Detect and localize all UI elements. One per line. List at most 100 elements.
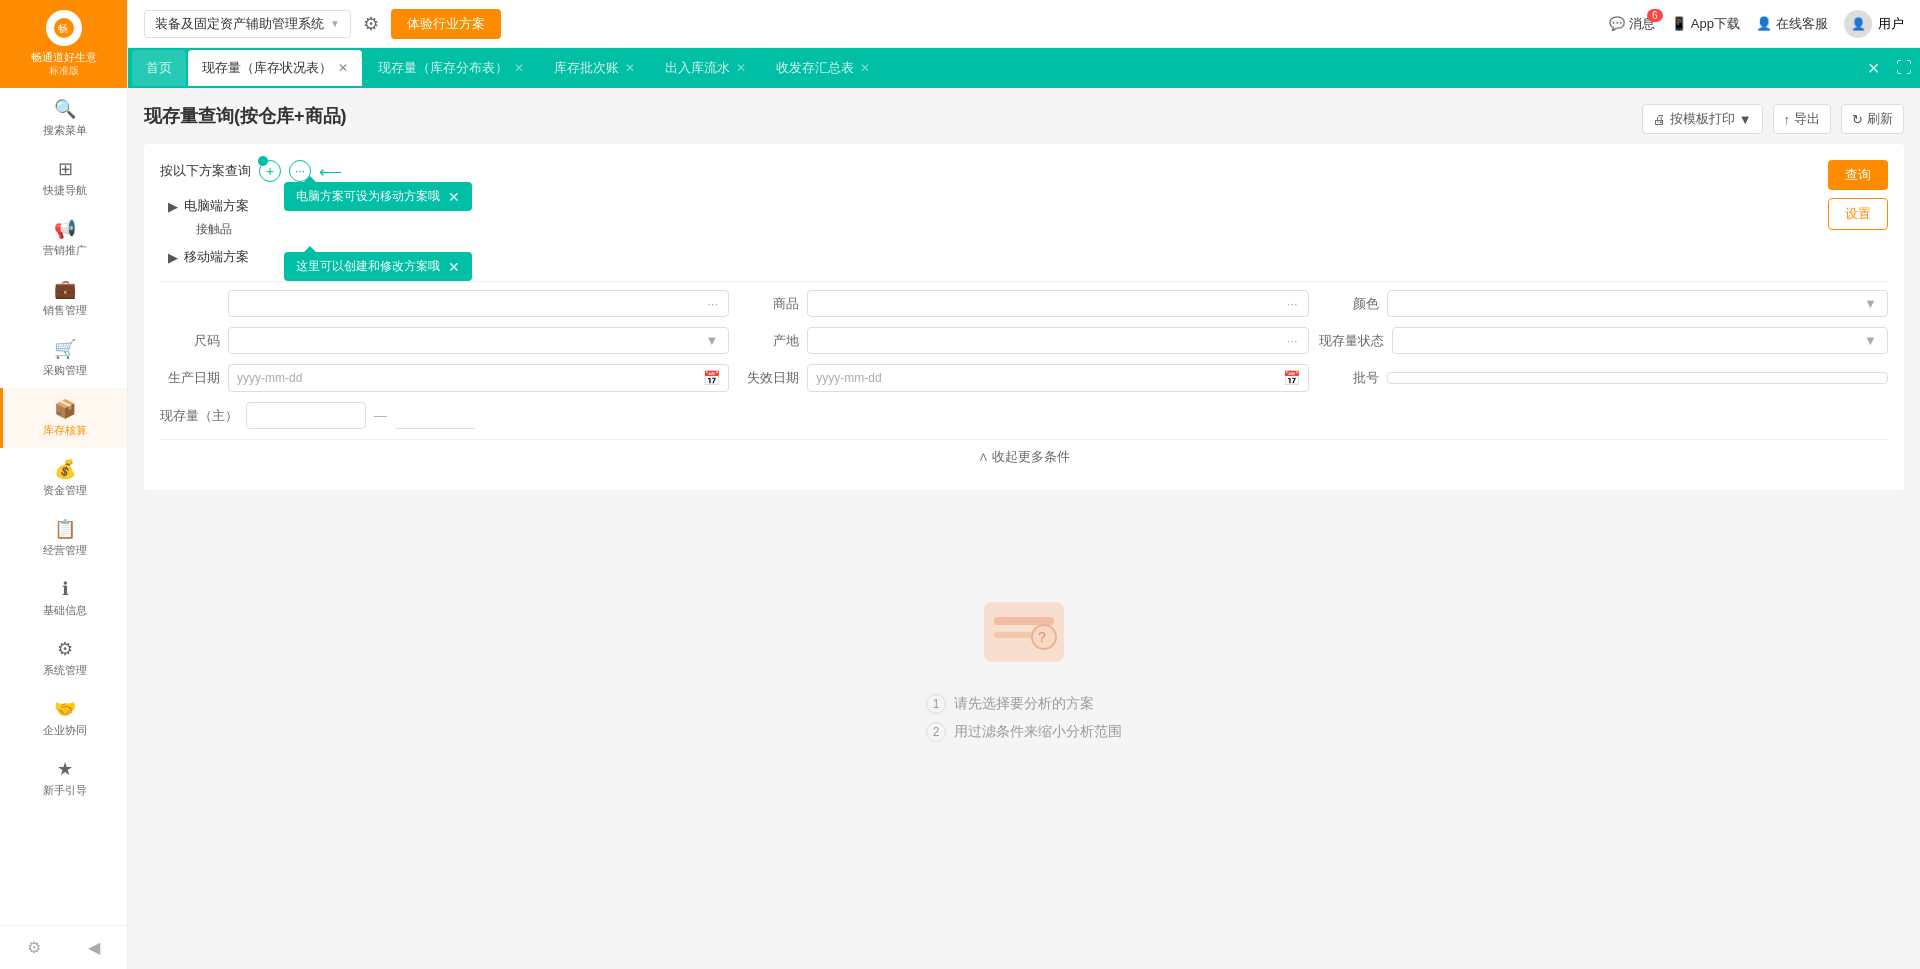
top-header: 装备及固定资产辅助管理系统 ▼ ⚙ 体验行业方案 💬 消息 6 📱 App下载 … [128,0,1920,48]
origin-field: 产地 ··· [739,327,1308,354]
color-input[interactable]: ▼ [1387,290,1888,317]
origin-input[interactable]: ··· [807,327,1308,354]
close-icon[interactable]: ✕ [448,189,460,205]
product-field: 商品 ··· [739,290,1308,317]
tab-batch-account[interactable]: 库存批次账 ✕ [540,50,649,86]
sidebar-item-newbie[interactable]: ★ 新手引导 [0,748,127,808]
collapse-more-button[interactable]: ∧ 收起更多条件 [160,439,1888,474]
ellipsis-icon: ··· [1287,296,1298,311]
search-icon: 🔍 [54,98,76,120]
expire-date-input[interactable]: yyyy-mm-dd 📅 [807,364,1308,392]
user-area[interactable]: 👤 用户 [1844,10,1904,38]
stock-status-field: 现存量状态 ▼ [1319,327,1888,354]
export-button[interactable]: ↑ 导出 [1773,104,1832,134]
purchase-icon: 🛒 [54,338,76,360]
warehouse-input[interactable]: ··· [228,290,729,317]
sidebar-item-inventory[interactable]: 📦 库存核算 [0,388,127,448]
inventory-min-input[interactable] [246,402,366,429]
inventory-label: 现存量（主） [160,407,238,425]
finance-icon: 💰 [54,458,76,480]
scheme-item[interactable]: 接触品 [188,218,1888,241]
sidebar-logo[interactable]: 畅 畅通道好生意 标准版 [0,0,127,88]
product-label: 商品 [739,295,799,313]
chevron-down-icon: ▼ [330,18,340,29]
close-icon[interactable]: ✕ [448,259,460,275]
search-button[interactable]: 查询 [1828,160,1888,190]
product-input[interactable]: ··· [807,290,1308,317]
expire-date-placeholder: yyyy-mm-dd [816,371,881,385]
calendar-icon: 📅 [703,370,720,386]
close-icon[interactable]: ✕ [860,61,870,75]
sidebar-item-enterprise[interactable]: 🤝 企业协同 [0,688,127,748]
filter-row-3: 生产日期 yyyy-mm-dd 📅 失效日期 yyyy-mm-dd 📅 批号 [160,364,1888,392]
ellipsis-icon: ··· [707,296,718,311]
page-content: 现存量查询(按仓库+商品) 🖨 按模板打印 ▼ ↑ 导出 ↻ 刷新 按以下方案查… [128,88,1920,969]
tab-inventory-dist[interactable]: 现存量（库存分布表） ✕ [364,50,538,86]
tab-inout-flow[interactable]: 出入库流水 ✕ [651,50,760,86]
close-icon[interactable]: ✕ [736,61,746,75]
newbie-icon: ★ [57,758,73,780]
svg-rect-4 [994,632,1034,638]
chevron-down-icon: ▼ [1864,296,1877,311]
empty-step-2: 2 用过滤条件来缩小分析范围 [926,722,1122,742]
batch-field: 批号 [1319,364,1888,392]
online-service-button[interactable]: 👤 在线客服 [1756,15,1828,33]
size-input[interactable]: ▼ [228,327,729,354]
svg-text:畅: 畅 [58,23,68,34]
main-area: 装备及固定资产辅助管理系统 ▼ ⚙ 体验行业方案 💬 消息 6 📱 App下载 … [128,0,1920,969]
system-name: 装备及固定资产辅助管理系统 [155,15,324,33]
tab-bar-controls: ✕ ⛶ [1863,55,1916,82]
collapse-btn[interactable]: ◀ [84,934,104,961]
produce-date-placeholder: yyyy-mm-dd [237,371,302,385]
sidebar-item-search[interactable]: 🔍 搜索菜单 [0,88,127,148]
message-button[interactable]: 💬 消息 6 [1609,15,1655,33]
sidebar-item-sales[interactable]: 💼 销售管理 [0,268,127,328]
produce-date-label: 生产日期 [160,369,220,387]
tab-stock-report[interactable]: 收发存汇总表 ✕ [762,50,884,86]
basic-icon: ℹ [62,578,69,600]
sidebar-item-label: 搜索菜单 [43,123,87,138]
stock-status-input[interactable]: ▼ [1392,327,1888,354]
app-download-button[interactable]: 📱 App下载 [1671,15,1740,33]
sidebar-item-marketing[interactable]: 📢 营销推广 [0,208,127,268]
system-selector[interactable]: 装备及固定资产辅助管理系统 ▼ [144,10,351,38]
sidebar-item-system[interactable]: ⚙ 系统管理 [0,628,127,688]
scheme-pc-items: 接触品 [168,218,1888,241]
tab-home[interactable]: 首页 [132,50,186,86]
sidebar-item-finance[interactable]: 💰 资金管理 [0,448,127,508]
reset-button[interactable]: 设置 [1828,198,1888,230]
settings-btn[interactable]: ⚙ [23,934,45,961]
sidebar-item-guide[interactable]: ⊞ 快捷导航 [0,148,127,208]
sidebar-item-purchase[interactable]: 🛒 采购管理 [0,328,127,388]
edit-tooltip-text: 这里可以创建和修改方案哦 [296,258,440,275]
chevron-down-icon: ▼ [1864,333,1877,348]
expire-date-field: 失效日期 yyyy-mm-dd 📅 [739,364,1308,392]
size-field: 尺码 ▼ [160,327,729,354]
close-all-icon[interactable]: ✕ [1863,55,1884,82]
close-icon[interactable]: ✕ [514,61,524,75]
inventory-row: 现存量（主） — [160,402,1888,429]
batch-input[interactable] [1387,372,1888,384]
dash: — [374,408,387,423]
inventory-max-input[interactable] [395,403,475,429]
close-icon[interactable]: ✕ [338,61,348,75]
close-icon[interactable]: ✕ [625,61,635,75]
page-toolbar: 🖨 按模板打印 ▼ ↑ 导出 ↻ 刷新 [1642,104,1904,134]
print-button[interactable]: 🖨 按模板打印 ▼ [1642,104,1763,134]
page-title: 现存量查询(按仓库+商品) [144,104,1904,128]
marketing-icon: 📢 [54,218,76,240]
refresh-button[interactable]: ↻ 刷新 [1841,104,1904,134]
sidebar-item-basic[interactable]: ℹ 基础信息 [0,568,127,628]
tab-batch-account-label: 库存批次账 [554,59,619,77]
tab-inventory-status[interactable]: 现存量（库存状况表） ✕ [188,50,362,86]
fullscreen-icon[interactable]: ⛶ [1892,55,1916,81]
settings-gear-icon[interactable]: ⚙ [363,13,379,35]
sidebar-item-operations[interactable]: 📋 经营管理 [0,508,127,568]
experience-button[interactable]: 体验行业方案 [391,9,501,39]
size-label: 尺码 [160,332,220,350]
avatar: 👤 [1844,10,1872,38]
filter-header: 按以下方案查询 + ··· ⟵ [160,160,1888,182]
message-icon: 💬 [1609,16,1625,31]
produce-date-input[interactable]: yyyy-mm-dd 📅 [228,364,729,392]
back-button[interactable]: ⟵ [319,162,342,181]
